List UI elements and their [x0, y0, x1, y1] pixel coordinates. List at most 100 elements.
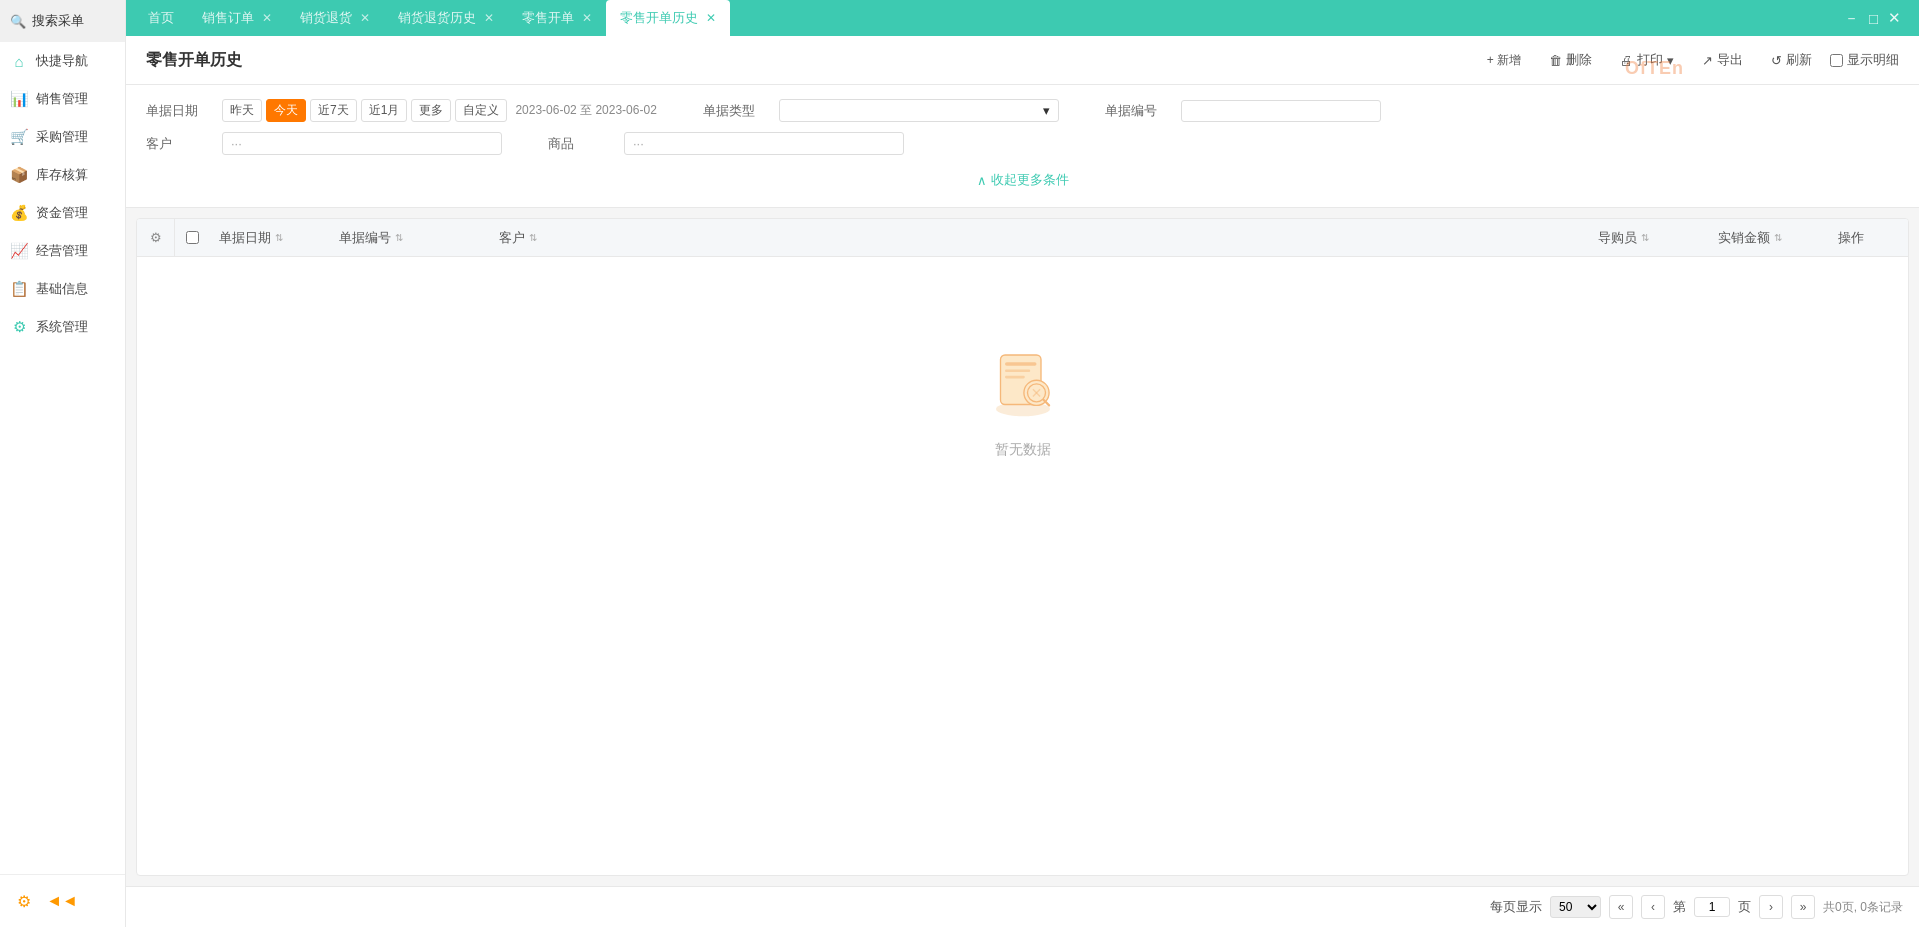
tab-retail-open-history[interactable]: 零售开单历史 ✕ [606, 0, 730, 36]
th-date-label: 单据日期 [219, 229, 271, 247]
window-close-icon[interactable]: ✕ [1888, 9, 1901, 27]
pagination-bar: 每页显示 50 100 200 « ‹ 第 1 页 › » 共0页, 0条记录 [126, 886, 1919, 927]
tab-sales-return-close[interactable]: ✕ [360, 11, 370, 25]
tab-retail-open[interactable]: 零售开单 ✕ [508, 0, 606, 36]
empty-state: 暂无数据 [137, 257, 1908, 539]
sidebar-item-basic-info[interactable]: 📋 基础信息 [0, 270, 125, 308]
display-detail-toggle[interactable]: 显示明细 [1830, 51, 1899, 69]
tab-home-label: 首页 [148, 9, 174, 27]
window-minimize-icon[interactable]: － [1844, 9, 1859, 28]
tab-retail-open-history-close[interactable]: ✕ [706, 11, 716, 25]
print-dropdown-icon: ▾ [1667, 53, 1674, 68]
sidebar-item-label: 快捷导航 [36, 52, 88, 70]
date-btn-1month[interactable]: 近1月 [361, 99, 408, 122]
sidebar-item-label: 资金管理 [36, 204, 88, 222]
collapse-btn[interactable]: ∧ 收起更多条件 [967, 167, 1079, 193]
tab-bar: 首页 销售订单 ✕ 销货退货 ✕ 销货退货历史 ✕ 零售开单 ✕ 零售开单历史 … [126, 0, 1919, 36]
refresh-icon: ↺ [1771, 53, 1782, 68]
sidebar-item-inventory[interactable]: 📦 库存核算 [0, 156, 125, 194]
tab-sales-return-history-label: 销货退货历史 [398, 9, 476, 27]
export-button[interactable]: ↗ 导出 [1692, 46, 1753, 74]
table-settings-btn[interactable]: ⚙ [137, 219, 175, 256]
next-page-btn[interactable]: › [1759, 895, 1783, 919]
last-page-btn[interactable]: » [1791, 895, 1815, 919]
date-btn-7days[interactable]: 近7天 [310, 99, 357, 122]
th-amount[interactable]: 实销金额 ⇅ [1708, 229, 1828, 247]
page-prefix: 第 [1673, 898, 1686, 916]
filter-row-1: 单据日期 昨天 今天 近7天 近1月 更多 自定义 2023-06-02 至 2… [146, 99, 1899, 122]
collapse-row: ∧ 收起更多条件 [146, 165, 1899, 199]
no-filter-label: 单据编号 [1105, 102, 1165, 120]
sidebar-item-label: 销售管理 [36, 90, 88, 108]
th-no-sort: ⇅ [395, 232, 403, 243]
tab-sales-return[interactable]: 销货退货 ✕ [286, 0, 384, 36]
sidebar-item-quick-nav[interactable]: ⌂ 快捷导航 [0, 42, 125, 80]
sidebar-item-system-mgmt[interactable]: ⚙ 系统管理 [0, 308, 125, 346]
th-no[interactable]: 单据编号 ⇅ [329, 229, 489, 247]
svg-rect-4 [1005, 376, 1025, 379]
per-page-select[interactable]: 50 100 200 [1550, 896, 1601, 918]
page-total: 共0页, 0条记录 [1823, 899, 1903, 916]
no-filter-input[interactable] [1181, 100, 1381, 122]
date-btn-today[interactable]: 今天 [266, 99, 306, 122]
filter-row-2: 客户 ··· 商品 ··· [146, 132, 1899, 155]
th-salesman-sort: ⇅ [1641, 232, 1649, 243]
delete-button[interactable]: 🗑 删除 [1539, 46, 1602, 74]
settings-bottom-btn[interactable]: ⚙ [10, 887, 38, 915]
refresh-button[interactable]: ↺ 刷新 [1761, 46, 1822, 74]
tab-sales-return-history[interactable]: 销货退货历史 ✕ [384, 0, 508, 36]
sidebar-search[interactable]: 🔍 搜索采单 [0, 0, 125, 42]
date-btn-more[interactable]: 更多 [411, 99, 451, 122]
sidebar-item-label: 采购管理 [36, 128, 88, 146]
sidebar-item-operations[interactable]: 📈 经营管理 [0, 232, 125, 270]
money-icon: 💰 [10, 204, 28, 222]
select-all-checkbox[interactable] [186, 231, 199, 244]
tab-sales-order[interactable]: 销售订单 ✕ [188, 0, 286, 36]
th-salesman[interactable]: 导购员 ⇅ [1588, 229, 1708, 247]
tab-home[interactable]: 首页 [134, 0, 188, 36]
date-btn-custom[interactable]: 自定义 [455, 99, 507, 122]
tab-sales-return-history-close[interactable]: ✕ [484, 11, 494, 25]
th-action: 操作 [1828, 229, 1908, 247]
empty-text: 暂无数据 [995, 441, 1051, 459]
collapse-sidebar-btn[interactable]: ◄◄ [48, 887, 76, 915]
customer-filter-input[interactable]: ··· [222, 132, 502, 155]
prev-page-btn[interactable]: ‹ [1641, 895, 1665, 919]
display-detail-checkbox[interactable] [1830, 54, 1843, 67]
export-label: 导出 [1717, 51, 1743, 69]
date-range-text: 2023-06-02 至 2023-06-02 [515, 102, 656, 119]
date-btn-yesterday[interactable]: 昨天 [222, 99, 262, 122]
tab-sales-order-close[interactable]: ✕ [262, 11, 272, 25]
table-container: ⚙ 单据日期 ⇅ 单据编号 ⇅ 客户 ⇅ 导购员 ⇅ 实销金额 ⇅ [136, 218, 1909, 876]
th-customer[interactable]: 客户 ⇅ [489, 229, 1588, 247]
tab-retail-open-close[interactable]: ✕ [582, 11, 592, 25]
sidebar-item-purchase-mgmt[interactable]: 🛒 采购管理 [0, 118, 125, 156]
type-filter-label: 单据类型 [703, 102, 763, 120]
sidebar-search-label: 搜索采单 [32, 12, 84, 30]
empty-icon [978, 337, 1068, 427]
first-page-btn[interactable]: « [1609, 895, 1633, 919]
window-maximize-icon[interactable]: □ [1869, 10, 1878, 27]
sidebar-item-finance[interactable]: 💰 资金管理 [0, 194, 125, 232]
print-button[interactable]: 🖨 打印 ▾ [1610, 46, 1684, 74]
export-icon: ↗ [1702, 53, 1713, 68]
tab-retail-open-label: 零售开单 [522, 9, 574, 27]
goods-filter-input[interactable]: ··· [624, 132, 904, 155]
sidebar-bottom: ⚙ ◄◄ [0, 874, 125, 927]
print-label: 打印 [1637, 51, 1663, 69]
add-button[interactable]: + 新增 [1477, 47, 1531, 74]
current-page-input[interactable]: 1 [1694, 897, 1730, 917]
sidebar-item-sales-mgmt[interactable]: 📊 销售管理 [0, 80, 125, 118]
type-filter-select[interactable]: ▾ [779, 99, 1059, 122]
sidebar-item-label: 基础信息 [36, 280, 88, 298]
date-filter-label: 单据日期 [146, 102, 206, 120]
tab-bar-right: － □ ✕ [1844, 9, 1911, 28]
svg-rect-2 [1005, 362, 1037, 366]
th-action-label: 操作 [1838, 229, 1864, 247]
th-date[interactable]: 单据日期 ⇅ [209, 229, 329, 247]
toolbar: + 新增 🗑 删除 🖨 打印 ▾ ↗ 导出 ↺ 刷新 显示明细 [1477, 46, 1899, 74]
svg-rect-3 [1005, 369, 1030, 372]
box-icon: 📦 [10, 166, 28, 184]
table-header-checkbox[interactable] [175, 231, 209, 244]
th-amount-label: 实销金额 [1718, 229, 1770, 247]
